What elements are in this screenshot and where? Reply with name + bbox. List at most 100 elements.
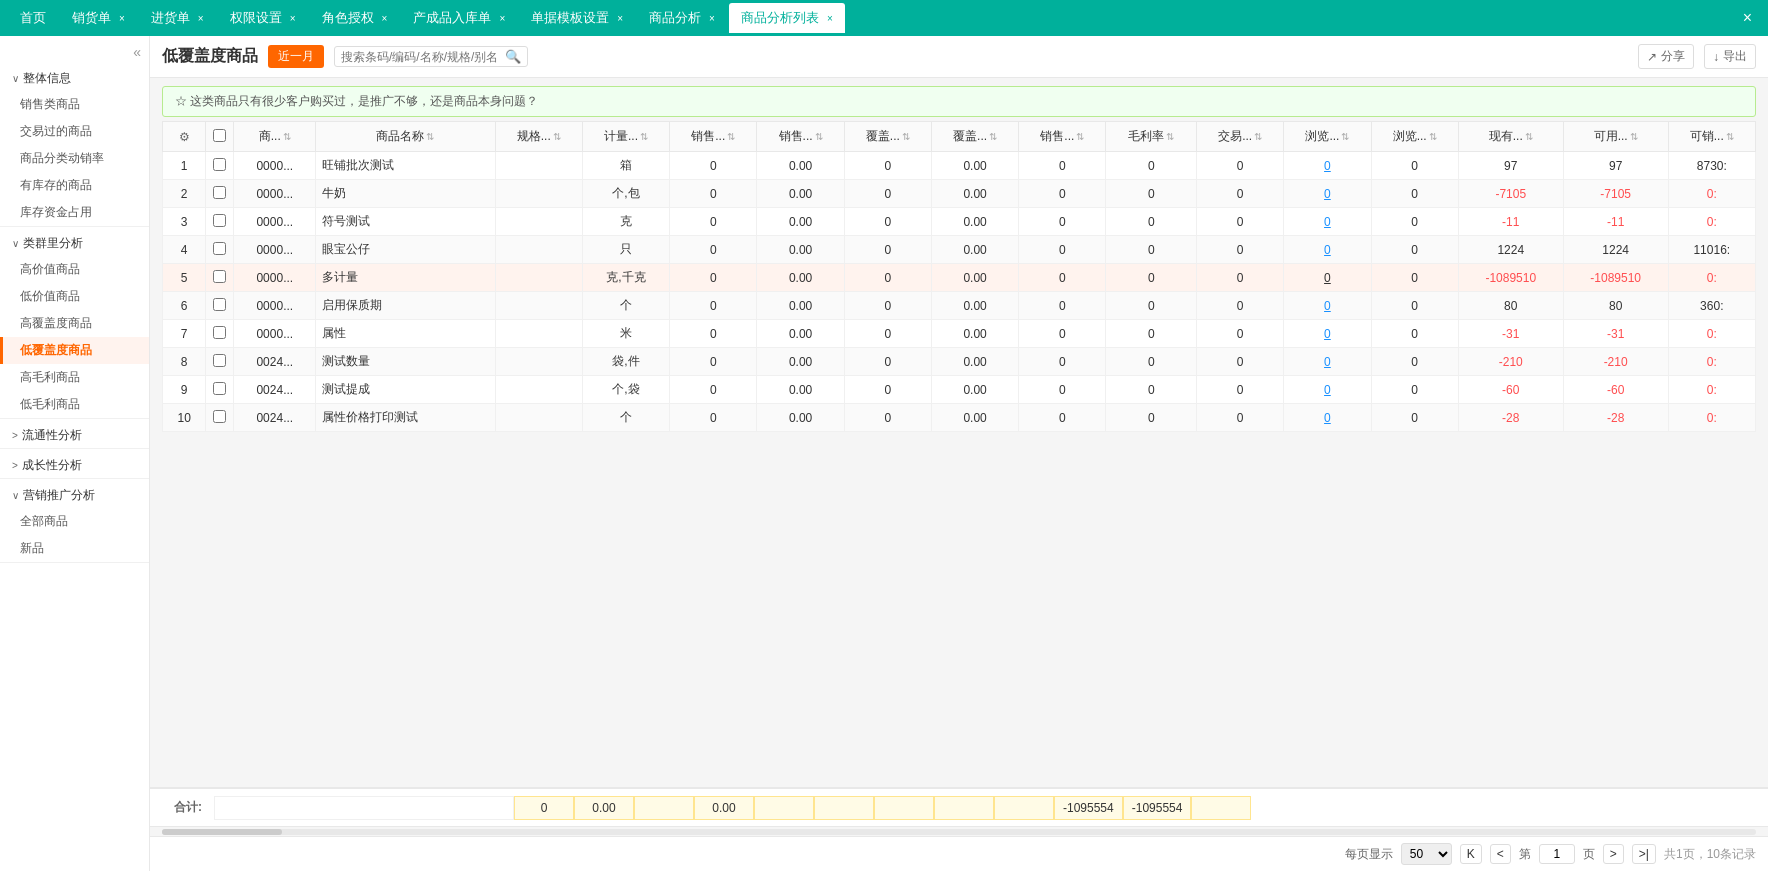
- sidebar-item-stock-capital[interactable]: 库存资金占用: [0, 199, 149, 226]
- horizontal-scrollbar[interactable]: [150, 826, 1768, 836]
- nav-tab-analysis-list[interactable]: 商品分析列表 ×: [729, 3, 845, 33]
- sidebar-toggle[interactable]: «: [0, 40, 149, 64]
- row-checkbox[interactable]: [206, 348, 234, 376]
- col-settings[interactable]: ⚙: [163, 122, 206, 152]
- sidebar-group-cluster[interactable]: ∨ 类群里分析: [0, 229, 149, 256]
- col-sales-amt[interactable]: 销售...⇅: [757, 122, 844, 152]
- col-current[interactable]: 现有...⇅: [1458, 122, 1563, 152]
- sidebar-group-overview[interactable]: ∨ 整体信息: [0, 64, 149, 91]
- row-browse1[interactable]: 0: [1284, 208, 1371, 236]
- first-page-button[interactable]: K: [1460, 844, 1482, 864]
- sidebar-group-growth[interactable]: > 成长性分析: [0, 451, 149, 478]
- row-browse1[interactable]: 0: [1284, 152, 1371, 180]
- row-checkbox[interactable]: [206, 376, 234, 404]
- nav-tab-purchase[interactable]: 进货单 ×: [139, 3, 216, 33]
- sidebar-item-low-coverage[interactable]: 低覆盖度商品: [0, 337, 149, 364]
- next-page-button[interactable]: >: [1603, 844, 1624, 864]
- row-checkbox[interactable]: [206, 180, 234, 208]
- per-page-select[interactable]: 50 20 100: [1401, 843, 1452, 865]
- row-browse1[interactable]: 0: [1284, 180, 1371, 208]
- sidebar-item-stocked-goods[interactable]: 有库存的商品: [0, 172, 149, 199]
- row-select-checkbox[interactable]: [213, 354, 226, 367]
- sidebar-item-all-goods[interactable]: 全部商品: [0, 508, 149, 535]
- sidebar-group-marketing[interactable]: ∨ 营销推广分析: [0, 481, 149, 508]
- nav-tab-analysis-list-close[interactable]: ×: [827, 13, 833, 24]
- row-select-checkbox[interactable]: [213, 242, 226, 255]
- nav-tab-purchase-close[interactable]: ×: [198, 13, 204, 24]
- row-browse1[interactable]: 0: [1284, 348, 1371, 376]
- col-sales3[interactable]: 销售...⇅: [1019, 122, 1106, 152]
- row-select-checkbox[interactable]: [213, 270, 226, 283]
- col-name[interactable]: 商品名称⇅: [316, 122, 495, 152]
- nav-tab-template[interactable]: 单据模板设置 ×: [519, 3, 635, 33]
- sidebar-item-sales-goods[interactable]: 销售类商品: [0, 91, 149, 118]
- col-available[interactable]: 可用...⇅: [1563, 122, 1668, 152]
- window-close-button[interactable]: ×: [1735, 5, 1760, 31]
- col-sales-qty[interactable]: 销售...⇅: [670, 122, 757, 152]
- prev-page-button[interactable]: <: [1490, 844, 1511, 864]
- sidebar-item-traded-goods[interactable]: 交易过的商品: [0, 118, 149, 145]
- col-spec[interactable]: 规格...⇅: [495, 122, 582, 152]
- row-checkbox[interactable]: [206, 264, 234, 292]
- row-select-checkbox[interactable]: [213, 298, 226, 311]
- nav-tab-analysis[interactable]: 商品分析 ×: [637, 3, 727, 33]
- nav-tab-stock-close[interactable]: ×: [499, 13, 505, 24]
- row-browse1[interactable]: 0: [1284, 236, 1371, 264]
- col-browse2[interactable]: 浏览...⇅: [1371, 122, 1458, 152]
- sidebar-item-low-value[interactable]: 低价值商品: [0, 283, 149, 310]
- col-cover2[interactable]: 覆盖...⇅: [931, 122, 1018, 152]
- search-icon[interactable]: 🔍: [505, 49, 521, 64]
- row-checkbox[interactable]: [206, 236, 234, 264]
- col-checkbox[interactable]: [206, 122, 234, 152]
- nav-tab-role-close[interactable]: ×: [382, 13, 388, 24]
- table-wrapper[interactable]: ⚙ 商...⇅ 商品名称⇅ 规格...⇅ 计量...⇅ 销售...⇅ 销售...…: [150, 121, 1768, 787]
- col-unit[interactable]: 计量...⇅: [582, 122, 669, 152]
- row-browse1[interactable]: 0: [1284, 376, 1371, 404]
- share-button[interactable]: ↗ 分享: [1638, 44, 1694, 69]
- row-browse1[interactable]: 0: [1284, 404, 1371, 432]
- nav-tab-permission-close[interactable]: ×: [290, 13, 296, 24]
- row-select-checkbox[interactable]: [213, 326, 226, 339]
- sidebar-group-circulation[interactable]: > 流通性分析: [0, 421, 149, 448]
- col-browse1[interactable]: 浏览...⇅: [1284, 122, 1371, 152]
- nav-tab-sales-close[interactable]: ×: [119, 13, 125, 24]
- nav-tab-sales[interactable]: 销货单 ×: [60, 3, 137, 33]
- scrollbar-thumb[interactable]: [162, 829, 282, 835]
- row-browse1[interactable]: 0: [1284, 292, 1371, 320]
- col-cover1[interactable]: 覆盖...⇅: [844, 122, 931, 152]
- row-checkbox[interactable]: [206, 208, 234, 236]
- export-button[interactable]: ↓ 导出: [1704, 44, 1756, 69]
- row-select-checkbox[interactable]: [213, 214, 226, 227]
- sidebar-item-high-coverage[interactable]: 高覆盖度商品: [0, 310, 149, 337]
- nav-tab-analysis-close[interactable]: ×: [709, 13, 715, 24]
- page-input[interactable]: [1539, 844, 1575, 864]
- sidebar-item-new-goods[interactable]: 新品: [0, 535, 149, 562]
- col-code[interactable]: 商...⇅: [234, 122, 316, 152]
- sidebar-item-low-profit[interactable]: 低毛利商品: [0, 391, 149, 418]
- nav-tab-stock[interactable]: 产成品入库单 ×: [401, 3, 517, 33]
- time-filter-button[interactable]: 近一月: [268, 45, 324, 68]
- row-select-checkbox[interactable]: [213, 158, 226, 171]
- row-select-checkbox[interactable]: [213, 382, 226, 395]
- sidebar-item-high-value[interactable]: 高价值商品: [0, 256, 149, 283]
- row-checkbox[interactable]: [206, 292, 234, 320]
- col-sellable[interactable]: 可销...⇅: [1668, 122, 1755, 152]
- row-browse1[interactable]: 0: [1284, 320, 1371, 348]
- last-page-button[interactable]: >|: [1632, 844, 1656, 864]
- nav-tab-permission[interactable]: 权限设置 ×: [218, 3, 308, 33]
- nav-tab-template-close[interactable]: ×: [617, 13, 623, 24]
- row-checkbox[interactable]: [206, 404, 234, 432]
- sidebar-item-category-rate[interactable]: 商品分类动销率: [0, 145, 149, 172]
- nav-tab-role[interactable]: 角色授权 ×: [310, 3, 400, 33]
- col-trade[interactable]: 交易...⇅: [1197, 122, 1284, 152]
- select-all-checkbox[interactable]: [213, 129, 226, 142]
- row-checkbox[interactable]: [206, 152, 234, 180]
- sidebar-item-high-profit[interactable]: 高毛利商品: [0, 364, 149, 391]
- col-gross-rate[interactable]: 毛利率⇅: [1106, 122, 1197, 152]
- row-select-checkbox[interactable]: [213, 186, 226, 199]
- row-select-checkbox[interactable]: [213, 410, 226, 423]
- row-checkbox[interactable]: [206, 320, 234, 348]
- settings-icon[interactable]: ⚙: [179, 130, 190, 144]
- search-input[interactable]: [341, 50, 501, 64]
- nav-tab-home[interactable]: 首页: [8, 3, 58, 33]
